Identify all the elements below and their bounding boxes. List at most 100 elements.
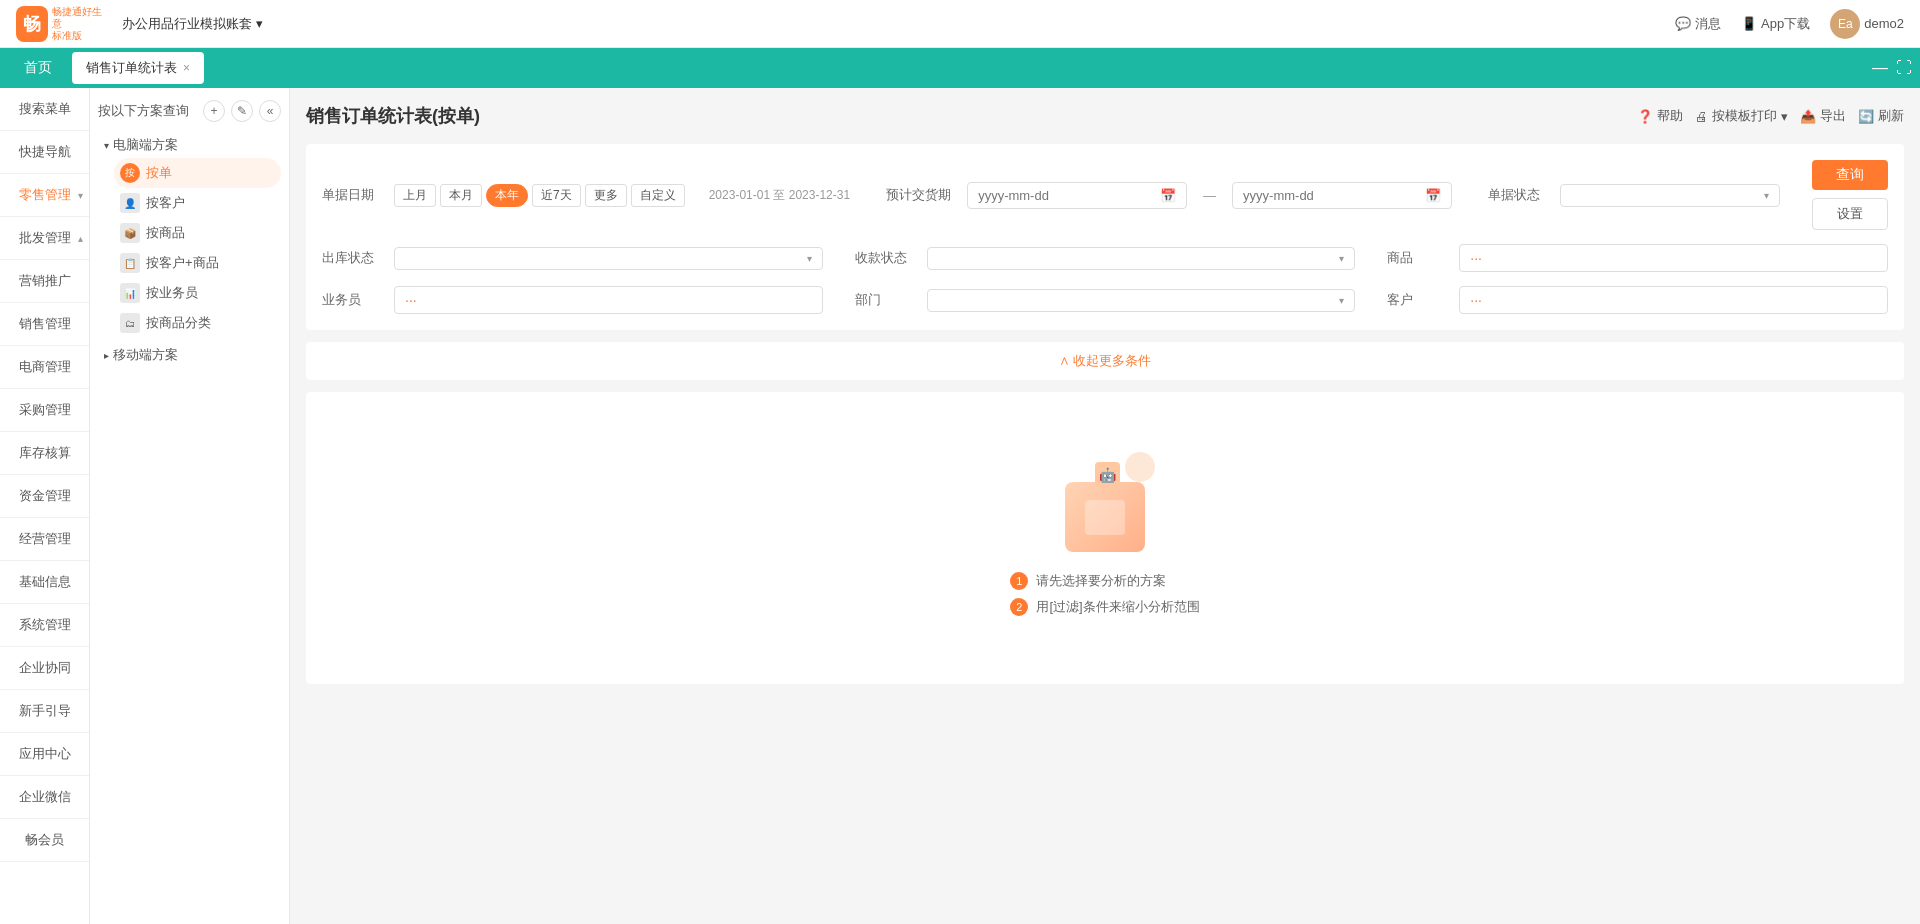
help-btn[interactable]: ❓ 帮助 <box>1637 107 1683 125</box>
refresh-label: 刷新 <box>1878 107 1904 125</box>
minimize-icon[interactable]: — <box>1872 59 1888 77</box>
goods-dots[interactable]: ··· <box>1470 250 1482 266</box>
tab-bar: 首页 销售订单统计表 × — ⛶ <box>0 48 1920 88</box>
by-salesperson-label: 按业务员 <box>146 284 198 302</box>
print-icon: 🖨 <box>1695 109 1708 124</box>
filter-row-3: 业务员 ··· 部门 ▾ 客户 ··· <box>322 286 1888 314</box>
app-label: App下载 <box>1761 15 1810 33</box>
query-btn-group: 查询 设置 <box>1812 160 1888 230</box>
sidebar-item-search[interactable]: 搜索菜单 <box>0 88 89 131</box>
date-btn-this-year[interactable]: 本年 <box>486 184 528 207</box>
sidebar-item-wholesale[interactable]: 批发管理▴ <box>0 217 89 260</box>
export-btn[interactable]: 📤 导出 <box>1800 107 1846 125</box>
dept-arrow-icon: ▾ <box>1339 295 1344 306</box>
sidebar-item-marketing[interactable]: 营销推广 <box>0 260 89 303</box>
company-dropdown-icon: ▾ <box>256 16 263 31</box>
salesperson-input[interactable]: ··· <box>394 286 823 314</box>
sidebar-item-sales[interactable]: 销售管理 <box>0 303 89 346</box>
top-right: 💬 消息 📱 App下载 Ea demo2 <box>1675 9 1904 39</box>
sidebar-item-inventory[interactable]: 库存核算 <box>0 432 89 475</box>
sidebar-item-operation[interactable]: 经营管理 <box>0 518 89 561</box>
top-bar: 畅 畅捷通好生意 标准版 办公用品行业模拟账套 ▾ 💬 消息 📱 App下载 E… <box>0 0 1920 48</box>
scheme-item-by-salesperson[interactable]: 📊 按业务员 <box>114 278 281 308</box>
query-btn[interactable]: 查询 <box>1812 160 1888 190</box>
sidebar-item-system[interactable]: 系统管理 <box>0 604 89 647</box>
refresh-btn[interactable]: 🔄 刷新 <box>1858 107 1904 125</box>
maximize-icon[interactable]: ⛶ <box>1896 59 1912 77</box>
sidebar-item-finance[interactable]: 资金管理 <box>0 475 89 518</box>
message-label: 消息 <box>1695 15 1721 33</box>
date-btn-last-month[interactable]: 上月 <box>394 184 436 207</box>
sidebar-item-ecommerce[interactable]: 电商管理 <box>0 346 89 389</box>
sidebar-item-purchase[interactable]: 采购管理 <box>0 389 89 432</box>
scheme-group-mobile-header[interactable]: ▸ 移动端方案 <box>98 342 281 368</box>
sidebar-item-basic[interactable]: 基础信息 <box>0 561 89 604</box>
mobile-group-label: 移动端方案 <box>113 346 178 364</box>
date-btn-more[interactable]: 更多 <box>585 184 627 207</box>
settings-btn[interactable]: 设置 <box>1812 198 1888 230</box>
message-btn[interactable]: 💬 消息 <box>1675 15 1721 33</box>
expected-date-end[interactable]: 📅 <box>1232 182 1452 209</box>
status-select[interactable]: ▾ <box>1560 184 1780 207</box>
help-label: 帮助 <box>1657 107 1683 125</box>
scheme-item-by-customer-goods[interactable]: 📋 按客户+商品 <box>114 248 281 278</box>
by-customer-goods-icon: 📋 <box>120 253 140 273</box>
print-btn[interactable]: 🖨 按模板打印 ▾ <box>1695 107 1788 125</box>
collapse-label: 收起更多条件 <box>1073 353 1151 368</box>
dept-select[interactable]: ▾ <box>927 289 1356 312</box>
sidebar-item-enterprise[interactable]: 企业协同 <box>0 647 89 690</box>
expected-date-start[interactable]: 📅 <box>967 182 1187 209</box>
payment-arrow-icon: ▾ <box>1339 253 1344 264</box>
status-arrow-icon: ▾ <box>1764 190 1769 201</box>
scheme-item-by-goods[interactable]: 📦 按商品 <box>114 218 281 248</box>
app-icon: 📱 <box>1741 16 1757 31</box>
customer-input[interactable]: ··· <box>1459 286 1888 314</box>
tab-close-btn[interactable]: × <box>183 61 190 75</box>
date-separator: — <box>1203 188 1216 203</box>
expected-date-end-input[interactable] <box>1243 188 1419 203</box>
app-download-btn[interactable]: 📱 App下载 <box>1741 15 1810 33</box>
goods-input[interactable]: ··· <box>1459 244 1888 272</box>
date-range-text: 2023-01-01 至 2023-12-31 <box>709 187 850 204</box>
user-profile[interactable]: Ea demo2 <box>1830 9 1904 39</box>
sidebar-item-appcenter[interactable]: 应用中心 <box>0 733 89 776</box>
tab-home[interactable]: 首页 <box>8 48 68 88</box>
date-btn-7days[interactable]: 近7天 <box>532 184 581 207</box>
scheme-item-by-customer[interactable]: 👤 按客户 <box>114 188 281 218</box>
by-order-icon: 按 <box>120 163 140 183</box>
calendar-end-icon: 📅 <box>1425 188 1441 203</box>
empty-box <box>1065 482 1145 552</box>
logo-text: 畅捷通好生意 标准版 <box>52 6 106 42</box>
salesperson-dots[interactable]: ··· <box>405 292 417 308</box>
empty-illustration: 🤖 <box>1045 452 1165 552</box>
hint-num-1: 1 <box>1010 572 1028 590</box>
scheme-group-pc: ▾ 电脑端方案 按 按单 👤 按客户 📦 按商品 <box>98 132 281 338</box>
main-content: 销售订单统计表(按单) ❓ 帮助 🖨 按模板打印 ▾ 📤 导出 <box>290 88 1920 924</box>
sidebar-item-wechat[interactable]: 企业微信 <box>0 776 89 819</box>
export-label: 导出 <box>1820 107 1846 125</box>
hint-label-2: 用[过滤]条件来缩小分析范围 <box>1036 598 1199 616</box>
scheme-item-by-category[interactable]: 🗂 按商品分类 <box>114 308 281 338</box>
scheme-item-by-order[interactable]: 按 按单 <box>114 158 281 188</box>
company-selector[interactable]: 办公用品行业模拟账套 ▾ <box>122 15 267 33</box>
customer-dots[interactable]: ··· <box>1470 292 1482 308</box>
scheme-collapse-btn[interactable]: « <box>259 100 281 122</box>
sidebar-item-retail[interactable]: 零售管理▾ <box>0 174 89 217</box>
date-btn-this-month[interactable]: 本月 <box>440 184 482 207</box>
scheme-add-btn[interactable]: + <box>203 100 225 122</box>
sidebar-item-quick-nav[interactable]: 快捷导航 <box>0 131 89 174</box>
scheme-edit-btn[interactable]: ✎ <box>231 100 253 122</box>
filter-area: 单据日期 上月 本月 本年 近7天 更多 自定义 2023-01-01 至 20… <box>306 144 1904 330</box>
expected-date-start-input[interactable] <box>978 188 1154 203</box>
collapse-btn[interactable]: ∧ 收起更多条件 <box>306 342 1904 380</box>
sidebar-item-newbie[interactable]: 新手引导 <box>0 690 89 733</box>
empty-decoration <box>1125 452 1155 482</box>
payment-select[interactable]: ▾ <box>927 247 1356 270</box>
scheme-group-pc-header[interactable]: ▾ 电脑端方案 <box>98 132 281 158</box>
date-btn-custom[interactable]: 自定义 <box>631 184 685 207</box>
sidebar-item-member[interactable]: 畅会员 <box>0 819 89 862</box>
customer-label: 客户 <box>1387 291 1443 309</box>
delivery-select[interactable]: ▾ <box>394 247 823 270</box>
print-label: 按模板打印 <box>1712 107 1777 125</box>
tab-sales-order[interactable]: 销售订单统计表 × <box>72 52 204 84</box>
